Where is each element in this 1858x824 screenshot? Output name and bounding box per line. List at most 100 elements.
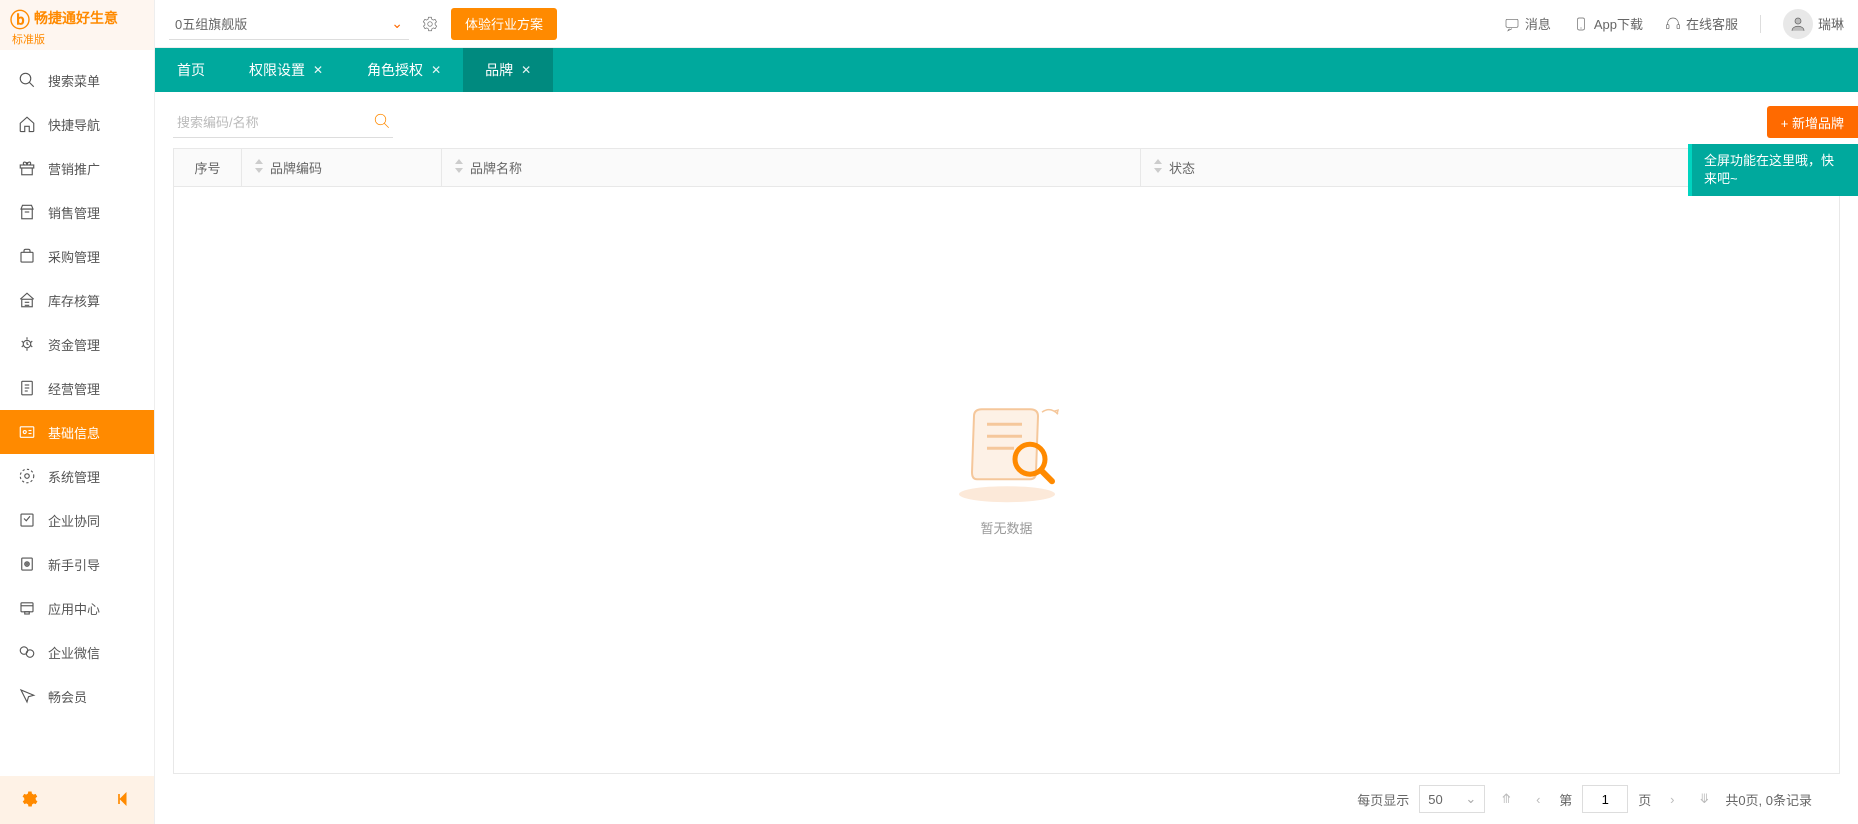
logo-icon: ⓑ	[10, 4, 30, 33]
add-brand-button[interactable]: + 新增品牌	[1767, 106, 1858, 138]
online-service-link[interactable]: 在线客服	[1665, 14, 1738, 33]
close-icon[interactable]: ✕	[313, 63, 323, 77]
sidebar-icon	[18, 71, 36, 89]
per-page-select[interactable]: 50 ⌄	[1419, 785, 1485, 813]
chevron-down-icon: ⌄	[391, 15, 403, 32]
sidebar-item-label: 销售管理	[48, 203, 100, 222]
logo-area: ⓑ 畅捷通好生意 标准版	[0, 0, 154, 50]
settings-icon[interactable]	[20, 789, 40, 812]
sidebar-item-10[interactable]: 企业协同	[0, 498, 154, 542]
tab-2[interactable]: 角色授权✕	[345, 48, 463, 92]
sidebar-icon	[18, 115, 36, 133]
sidebar-item-label: 新手引导	[48, 555, 100, 574]
search-icon[interactable]	[373, 112, 391, 133]
logo-name: 畅捷通好生意	[34, 8, 118, 28]
sidebar-icon	[18, 467, 36, 485]
messages-label: 消息	[1525, 14, 1551, 33]
sidebar-item-label: 营销推广	[48, 159, 100, 178]
page-prev-button[interactable]: ‹	[1527, 788, 1549, 810]
sidebar-icon	[18, 379, 36, 397]
sidebar-icon	[18, 247, 36, 265]
org-name: 0五组旗舰版	[175, 14, 247, 33]
page-label: 第	[1559, 790, 1572, 809]
tab-label: 品牌	[485, 60, 513, 80]
sidebar-item-label: 基础信息	[48, 423, 100, 442]
username: 瑞琳	[1818, 14, 1844, 33]
app-download-label: App下载	[1594, 14, 1643, 33]
sidebar-item-2[interactable]: 营销推广	[0, 146, 154, 190]
sidebar-icon	[18, 203, 36, 221]
col-seq[interactable]: 序号	[174, 149, 242, 186]
tab-bar: 首页权限设置✕角色授权✕品牌✕	[155, 48, 1858, 92]
tab-1[interactable]: 权限设置 ✕	[227, 48, 345, 92]
sidebar-item-0[interactable]: 搜索菜单	[0, 58, 154, 102]
sidebar-item-9[interactable]: 系统管理	[0, 454, 154, 498]
sidebar-icon	[18, 643, 36, 661]
sidebar-icon	[18, 687, 36, 705]
tab-label: 首页	[177, 60, 205, 80]
top-header: 0五组旗舰版 ⌄ 体验行业方案 消息 App下载 在线客服	[155, 0, 1858, 48]
sidebar-item-3[interactable]: 销售管理	[0, 190, 154, 234]
content-area: + 新增品牌 全屏功能在这里哦，快来吧~ 序号 品牌编码	[155, 92, 1858, 824]
close-icon[interactable]: ✕	[431, 63, 441, 77]
collapse-icon[interactable]	[114, 789, 134, 812]
app-download-link[interactable]: App下载	[1573, 14, 1643, 33]
sidebar-item-label: 企业微信	[48, 643, 100, 662]
brand-table: 序号 品牌编码 品牌名称 状态	[173, 148, 1840, 774]
empty-state: 暂无数据	[942, 394, 1072, 537]
sidebar-item-1[interactable]: 快捷导航	[0, 102, 154, 146]
user-menu[interactable]: 瑞琳	[1783, 9, 1844, 39]
pagination: 每页显示 50 ⌄ ⤊ ‹ 第 页 › ⤋ 共0页, 0条记录	[173, 774, 1840, 824]
empty-text: 暂无数据	[942, 518, 1072, 537]
sort-icon	[1153, 159, 1163, 176]
sidebar-item-label: 企业协同	[48, 511, 100, 530]
sidebar-item-5[interactable]: 库存核算	[0, 278, 154, 322]
sidebar-item-label: 经营管理	[48, 379, 100, 398]
sidebar-icon	[18, 335, 36, 353]
page-first-button[interactable]: ⤊	[1495, 788, 1517, 810]
divider	[1760, 15, 1761, 33]
col-code[interactable]: 品牌编码	[242, 149, 442, 186]
org-selector[interactable]: 0五组旗舰版 ⌄	[169, 8, 409, 40]
sidebar-item-8[interactable]: 基础信息	[0, 410, 154, 454]
sidebar-item-12[interactable]: 应用中心	[0, 586, 154, 630]
tab-0[interactable]: 首页	[155, 48, 227, 92]
sidebar-item-4[interactable]: 采购管理	[0, 234, 154, 278]
sidebar-icon	[18, 511, 36, 529]
sidebar-icon	[18, 423, 36, 441]
sidebar-item-11[interactable]: 新手引导	[0, 542, 154, 586]
sidebar-item-label: 系统管理	[48, 467, 100, 486]
experience-button[interactable]: 体验行业方案	[451, 8, 557, 40]
page-label: 页	[1638, 790, 1651, 809]
sidebar-item-14[interactable]: 畅会员	[0, 674, 154, 718]
page-summary: 共0页, 0条记录	[1725, 790, 1812, 809]
sidebar-item-label: 采购管理	[48, 247, 100, 266]
sidebar-item-7[interactable]: 经营管理	[0, 366, 154, 410]
page-input[interactable]	[1582, 785, 1628, 813]
sidebar-item-label: 搜索菜单	[48, 71, 100, 90]
col-name[interactable]: 品牌名称	[442, 149, 1141, 186]
tab-3[interactable]: 品牌 ✕	[463, 48, 553, 92]
sidebar-footer	[0, 776, 154, 824]
per-page-label: 每页显示	[1357, 790, 1409, 809]
close-icon[interactable]: ✕	[521, 63, 531, 77]
chevron-down-icon: ⌄	[1465, 791, 1476, 807]
sidebar-item-label: 快捷导航	[48, 115, 100, 134]
sidebar-icon	[18, 291, 36, 309]
tab-label: 权限设置	[249, 60, 305, 80]
gear-icon[interactable]	[421, 15, 439, 33]
sidebar: ⓑ 畅捷通好生意 标准版 搜索菜单快捷导航营销推广销售管理采购管理库存核算资金管…	[0, 0, 155, 824]
sidebar-item-13[interactable]: 企业微信	[0, 630, 154, 674]
sidebar-item-6[interactable]: 资金管理	[0, 322, 154, 366]
empty-illustration	[942, 394, 1072, 504]
page-next-button[interactable]: ›	[1661, 788, 1683, 810]
sidebar-icon	[18, 159, 36, 177]
sidebar-item-label: 库存核算	[48, 291, 100, 310]
page-last-button[interactable]: ⤋	[1693, 788, 1715, 810]
messages-link[interactable]: 消息	[1504, 14, 1551, 33]
sidebar-icon	[18, 599, 36, 617]
sort-icon	[454, 159, 464, 176]
search-input[interactable]	[173, 108, 393, 138]
sidebar-item-label: 应用中心	[48, 599, 100, 618]
sidebar-item-label: 资金管理	[48, 335, 100, 354]
